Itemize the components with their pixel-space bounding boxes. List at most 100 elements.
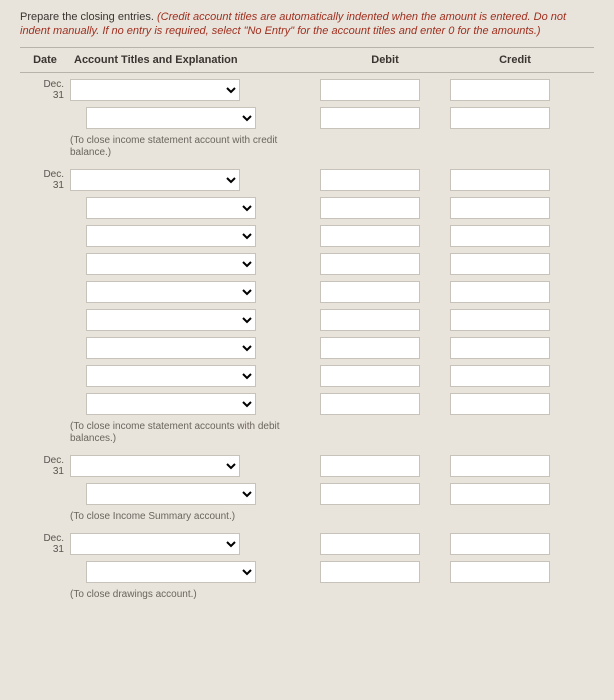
entry-row <box>20 337 594 359</box>
debit-input[interactable] <box>320 253 420 275</box>
credit-input[interactable] <box>450 225 550 247</box>
debit-input[interactable] <box>320 561 420 583</box>
account-cell <box>70 281 320 303</box>
credit-input[interactable] <box>450 533 550 555</box>
account-cell <box>70 309 320 331</box>
instructions: Prepare the closing entries. (Credit acc… <box>20 10 594 39</box>
debit-input[interactable] <box>320 483 420 505</box>
credit-input[interactable] <box>450 253 550 275</box>
credit-cell <box>450 533 580 555</box>
account-title-select[interactable] <box>70 169 240 191</box>
table-header: Date Account Titles and Explanation Debi… <box>20 47 594 73</box>
debit-cell <box>320 365 450 387</box>
credit-cell <box>450 225 580 247</box>
credit-cell <box>450 393 580 415</box>
debit-cell <box>320 169 450 191</box>
credit-input[interactable] <box>450 365 550 387</box>
account-title-select[interactable] <box>86 483 256 505</box>
account-title-select[interactable] <box>86 107 256 129</box>
header-credit: Credit <box>450 54 580 66</box>
entry-block: Dec.31(To close Income Summary account.) <box>20 455 594 523</box>
credit-input[interactable] <box>450 309 550 331</box>
account-title-select[interactable] <box>70 533 240 555</box>
credit-input[interactable] <box>450 197 550 219</box>
credit-cell <box>450 281 580 303</box>
account-cell <box>70 197 320 219</box>
debit-cell <box>320 483 450 505</box>
account-title-select[interactable] <box>86 337 256 359</box>
date-cell: Dec.31 <box>20 455 70 477</box>
credit-cell <box>450 309 580 331</box>
debit-cell <box>320 337 450 359</box>
header-account: Account Titles and Explanation <box>70 54 320 66</box>
debit-cell <box>320 107 450 129</box>
account-title-select[interactable] <box>86 309 256 331</box>
debit-cell <box>320 79 450 101</box>
entry-row <box>20 483 594 505</box>
debit-input[interactable] <box>320 197 420 219</box>
debit-input[interactable] <box>320 79 420 101</box>
debit-input[interactable] <box>320 309 420 331</box>
debit-input[interactable] <box>320 533 420 555</box>
account-title-select[interactable] <box>86 393 256 415</box>
credit-input[interactable] <box>450 393 550 415</box>
debit-input[interactable] <box>320 225 420 247</box>
debit-input[interactable] <box>320 455 420 477</box>
account-cell <box>70 365 320 387</box>
debit-cell <box>320 253 450 275</box>
account-title-select[interactable] <box>86 253 256 275</box>
debit-input[interactable] <box>320 337 420 359</box>
credit-input[interactable] <box>450 79 550 101</box>
account-cell <box>70 169 320 191</box>
account-title-select[interactable] <box>86 281 256 303</box>
account-title-select[interactable] <box>70 455 240 477</box>
entry-row <box>20 197 594 219</box>
entry-row <box>20 309 594 331</box>
entry-row <box>20 253 594 275</box>
credit-cell <box>450 197 580 219</box>
account-title-select[interactable] <box>86 561 256 583</box>
entry-row <box>20 225 594 247</box>
account-cell <box>70 79 320 101</box>
entry-row: Dec.31 <box>20 169 594 191</box>
credit-cell <box>450 483 580 505</box>
credit-input[interactable] <box>450 561 550 583</box>
credit-cell <box>450 561 580 583</box>
entry-row: Dec.31 <box>20 79 594 101</box>
instructions-lead: Prepare the closing entries. <box>20 11 157 23</box>
header-debit: Debit <box>320 54 450 66</box>
entry-explanation: (To close income statement accounts with… <box>20 421 280 445</box>
debit-input[interactable] <box>320 169 420 191</box>
account-cell <box>70 561 320 583</box>
credit-input[interactable] <box>450 455 550 477</box>
debit-input[interactable] <box>320 281 420 303</box>
entry-block: Dec.31(To close drawings account.) <box>20 533 594 601</box>
account-cell <box>70 107 320 129</box>
credit-input[interactable] <box>450 281 550 303</box>
account-cell <box>70 337 320 359</box>
account-cell <box>70 253 320 275</box>
account-title-select[interactable] <box>86 197 256 219</box>
entry-row <box>20 561 594 583</box>
entry-row: Dec.31 <box>20 455 594 477</box>
credit-cell <box>450 169 580 191</box>
credit-input[interactable] <box>450 483 550 505</box>
credit-cell <box>450 79 580 101</box>
credit-input[interactable] <box>450 337 550 359</box>
account-title-select[interactable] <box>86 365 256 387</box>
account-title-select[interactable] <box>70 79 240 101</box>
account-cell <box>70 455 320 477</box>
debit-cell <box>320 309 450 331</box>
credit-input[interactable] <box>450 169 550 191</box>
debit-cell <box>320 281 450 303</box>
debit-input[interactable] <box>320 365 420 387</box>
entry-row <box>20 281 594 303</box>
account-title-select[interactable] <box>86 225 256 247</box>
date-cell: Dec.31 <box>20 533 70 555</box>
debit-cell <box>320 225 450 247</box>
credit-cell <box>450 337 580 359</box>
credit-input[interactable] <box>450 107 550 129</box>
debit-input[interactable] <box>320 107 420 129</box>
credit-cell <box>450 365 580 387</box>
debit-input[interactable] <box>320 393 420 415</box>
